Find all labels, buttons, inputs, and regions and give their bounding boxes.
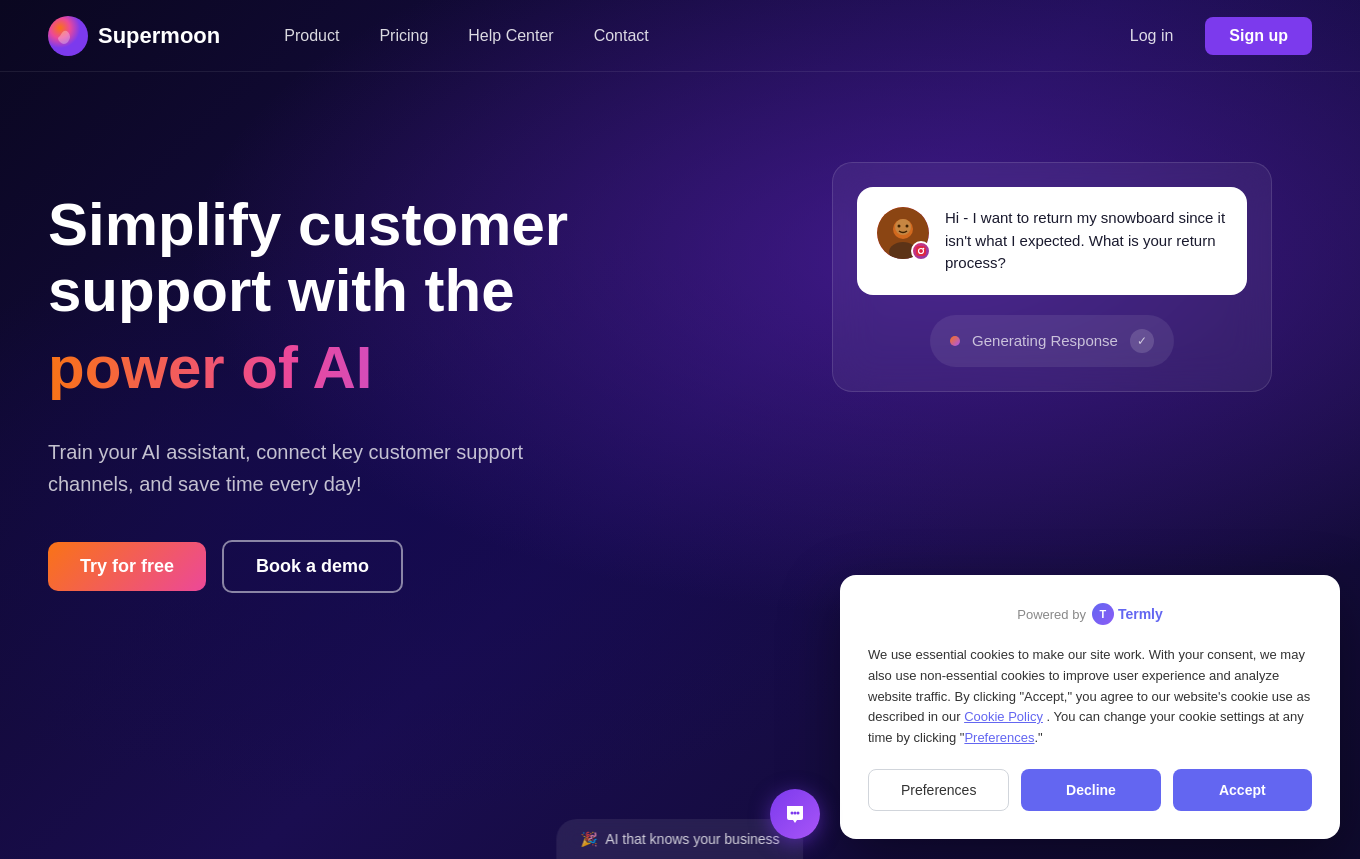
chat-message: Hi - I want to return my snowboard since… xyxy=(857,187,1247,295)
svg-point-6 xyxy=(906,225,909,228)
nav-link-help-center[interactable]: Help Center xyxy=(452,19,569,53)
svg-point-12 xyxy=(797,812,800,815)
termly-icon: T xyxy=(1092,603,1114,625)
logo-text: Supermoon xyxy=(98,23,220,49)
preferences-button[interactable]: Preferences xyxy=(868,769,1009,811)
navbar: Supermoon Product Pricing Help Center Co… xyxy=(0,0,1360,72)
nav-right: Log in Sign up xyxy=(1114,17,1312,55)
hero-section: Simplify customer support with the power… xyxy=(48,152,648,593)
svg-point-9 xyxy=(923,248,925,250)
generating-dot xyxy=(950,336,960,346)
svg-rect-7 xyxy=(916,246,926,256)
cookie-body-text3: ." xyxy=(1034,730,1042,745)
hero-title-line1: Simplify customer xyxy=(48,191,568,258)
decline-button[interactable]: Decline xyxy=(1021,769,1160,811)
nav-left: Supermoon Product Pricing Help Center Co… xyxy=(48,16,665,56)
powered-by: Powered by T Termly xyxy=(868,603,1312,625)
logo-icon xyxy=(48,16,88,56)
svg-point-5 xyxy=(898,225,901,228)
termly-label: Termly xyxy=(1118,606,1163,622)
login-button[interactable]: Log in xyxy=(1114,19,1190,53)
hero-title-gradient: power of AI xyxy=(48,332,648,404)
try-free-button[interactable]: Try for free xyxy=(48,542,206,591)
accept-button[interactable]: Accept xyxy=(1173,769,1312,811)
generating-label: Generating Response xyxy=(972,332,1118,349)
hero-title-line2: support with the xyxy=(48,257,515,324)
signup-button[interactable]: Sign up xyxy=(1205,17,1312,55)
instagram-icon xyxy=(915,245,927,257)
preferences-link[interactable]: Preferences xyxy=(964,730,1034,745)
termly-logo: T Termly xyxy=(1092,603,1163,625)
svg-point-10 xyxy=(791,812,794,815)
cookie-banner: Powered by T Termly We use essential coo… xyxy=(840,575,1340,839)
cookie-policy-link[interactable]: Cookie Policy xyxy=(964,709,1043,724)
nav-links: Product Pricing Help Center Contact xyxy=(268,19,665,53)
hero-subtitle: Train your AI assistant, connect key cus… xyxy=(48,436,528,500)
nav-link-product[interactable]: Product xyxy=(268,19,355,53)
generating-check-icon: ✓ xyxy=(1130,329,1154,353)
svg-point-11 xyxy=(794,812,797,815)
hero-buttons: Try for free Book a demo xyxy=(48,540,648,593)
powered-by-label: Powered by xyxy=(1017,607,1086,622)
book-demo-button[interactable]: Book a demo xyxy=(222,540,403,593)
chat-support-svg xyxy=(783,802,807,826)
chat-card: Hi - I want to return my snowboard since… xyxy=(832,162,1272,392)
hero-title: Simplify customer support with the xyxy=(48,192,648,324)
demo-widget: Hi - I want to return my snowboard since… xyxy=(688,152,1312,392)
cookie-buttons: Preferences Decline Accept xyxy=(868,769,1312,811)
generating-response: Generating Response ✓ xyxy=(930,315,1174,367)
chat-support-icon[interactable] xyxy=(770,789,820,839)
cookie-text: We use essential cookies to make our sit… xyxy=(868,645,1312,749)
logo-link[interactable]: Supermoon xyxy=(48,16,220,56)
avatar-wrapper xyxy=(877,207,929,259)
nav-link-contact[interactable]: Contact xyxy=(578,19,665,53)
chat-text: Hi - I want to return my snowboard since… xyxy=(945,207,1227,275)
nav-link-pricing[interactable]: Pricing xyxy=(363,19,444,53)
instagram-badge xyxy=(911,241,931,261)
